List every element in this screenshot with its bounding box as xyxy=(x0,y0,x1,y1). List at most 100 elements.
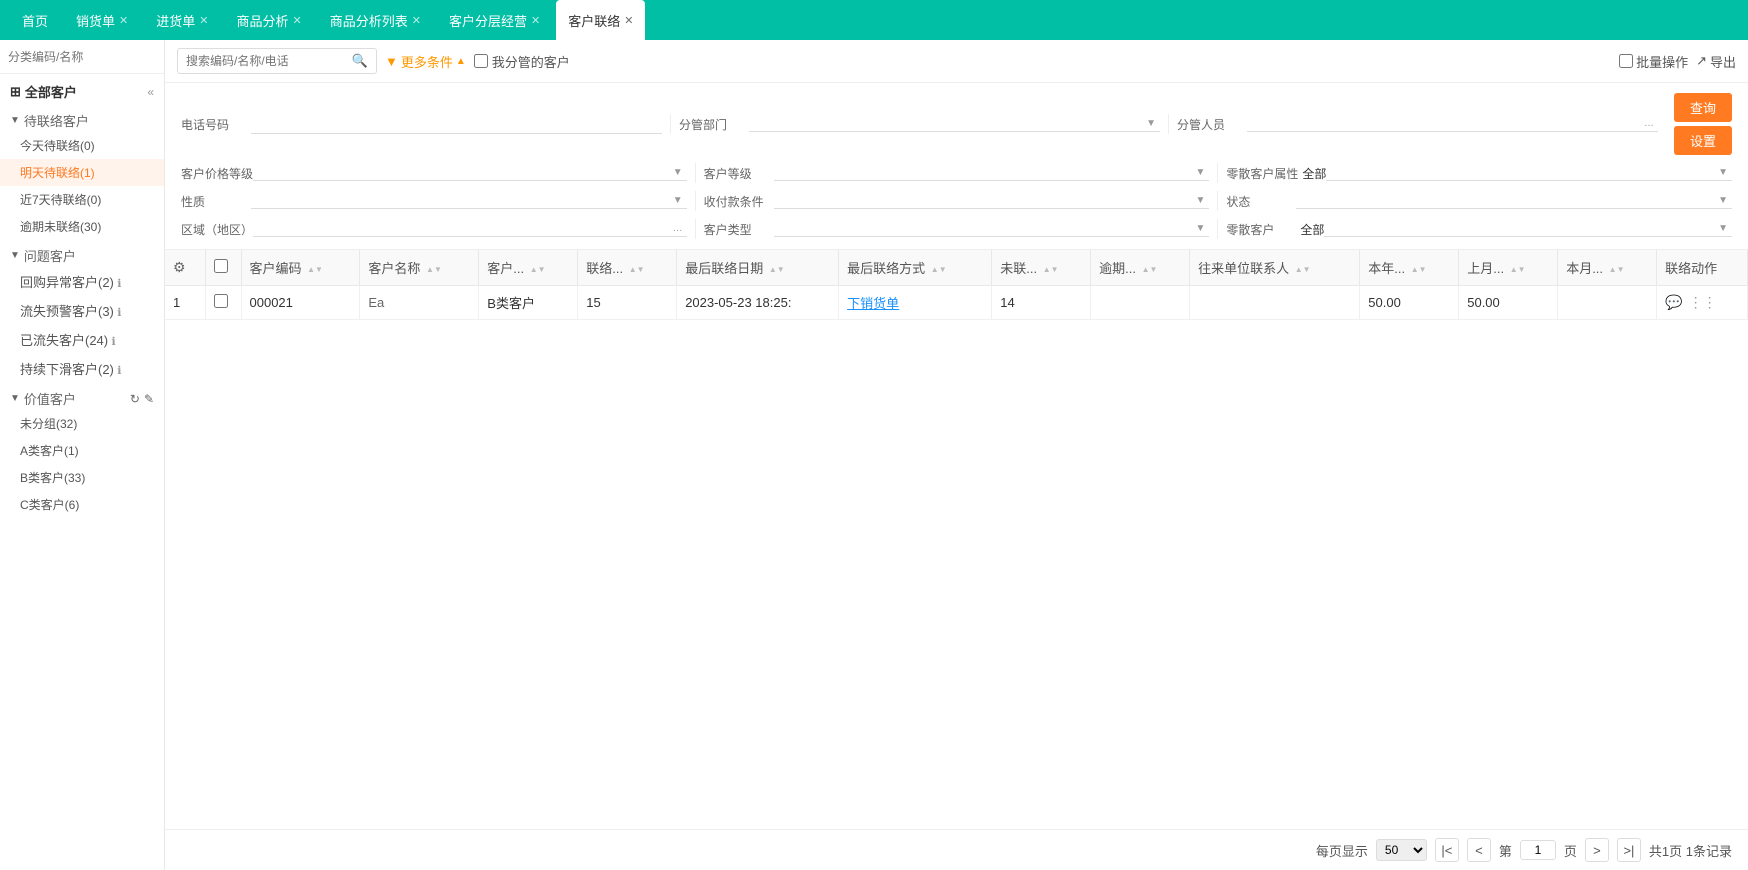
toolbar-search-input[interactable] xyxy=(186,54,348,68)
sort-last-date[interactable]: ▲▼ xyxy=(769,265,785,274)
col-this-year: 本年... ▲▼ xyxy=(1360,250,1459,286)
collapse-btn[interactable]: « xyxy=(147,85,154,99)
sidebar-item-ungroup[interactable]: 未分组(32) xyxy=(0,410,164,437)
sidebar-item-abnormal[interactable]: 回购异常客户(2) ℹ xyxy=(0,267,164,296)
sort-uncontacted[interactable]: ▲▼ xyxy=(1043,265,1059,274)
filter-phone: 电话号码 xyxy=(181,115,662,134)
nav-close-purchase[interactable]: ✕ xyxy=(199,14,208,27)
sort-name[interactable]: ▲▼ xyxy=(426,265,442,274)
filter-btn[interactable]: ▼ 更多条件 ▲ xyxy=(385,52,466,71)
sidebar-item-7days-contact[interactable]: 近7天待联络(0) xyxy=(0,186,164,213)
arrow-down-icon: ▼ xyxy=(10,115,20,126)
batch-op-checkbox[interactable] xyxy=(1619,54,1633,68)
row-type: B类客户 xyxy=(479,286,578,320)
filter-retail-customer-select[interactable]: ▼ xyxy=(1324,221,1732,237)
sidebar-item-b-class[interactable]: B类客户(33) xyxy=(0,464,164,491)
col-contact-count: 联络... ▲▼ xyxy=(578,250,677,286)
my-customer-checkbox-label[interactable]: 我分管的客户 xyxy=(474,52,570,71)
nav-customer-tier[interactable]: 客户分层经营 ✕ xyxy=(437,0,552,40)
nav-close-sales[interactable]: ✕ xyxy=(119,14,128,27)
filter-customer-level-select[interactable]: ▼ xyxy=(774,165,1210,181)
query-btn[interactable]: 查询 xyxy=(1674,93,1732,122)
page-input[interactable] xyxy=(1520,840,1556,860)
filter-price-level-select[interactable]: ▼ xyxy=(253,165,687,181)
nav-customer-contact[interactable]: 客户联络 ✕ xyxy=(556,0,645,40)
sort-type[interactable]: ▲▼ xyxy=(530,265,546,274)
sort-last-month[interactable]: ▲▼ xyxy=(1510,265,1526,274)
row-checkbox[interactable] xyxy=(214,294,228,308)
all-customers-header[interactable]: ⊞ 全部客户 « xyxy=(0,74,164,105)
sidebar-search-input[interactable] xyxy=(8,50,163,64)
toolbar-right: 批量操作 ↗ 导出 xyxy=(1619,52,1736,71)
edit-icon[interactable]: ✎ xyxy=(144,392,154,406)
nav-close-customer-contact[interactable]: ✕ xyxy=(624,14,633,27)
more-action-icon[interactable]: ⋮⋮ xyxy=(1689,294,1717,311)
my-customer-checkbox[interactable] xyxy=(474,54,488,68)
settings-col-icon[interactable]: ⚙ xyxy=(173,259,186,275)
contact-method-link[interactable]: 下销货单 xyxy=(847,296,899,311)
sidebar-item-today-contact[interactable]: 今天待联络(0) xyxy=(0,132,164,159)
filter-gender-label: 性质 xyxy=(181,193,251,210)
nav-close-product-analysis[interactable]: ✕ xyxy=(293,14,302,27)
last-page-btn[interactable]: >| xyxy=(1617,838,1641,862)
export-btn[interactable]: ↗ 导出 xyxy=(1696,52,1736,71)
settings-btn[interactable]: 设置 xyxy=(1674,126,1732,155)
refresh-icon[interactable]: ↻ xyxy=(130,392,140,406)
filter-manager-select[interactable]: … xyxy=(1247,116,1658,132)
nav-product-analysis-list[interactable]: 商品分析列表 ✕ xyxy=(318,0,433,40)
sort-unit-contact[interactable]: ▲▼ xyxy=(1295,265,1311,274)
filter-dept-select[interactable]: ▼ xyxy=(749,116,1160,132)
sidebar-item-c-class[interactable]: C类客户(6) xyxy=(0,491,164,518)
filter-payment: 收付款条件 ▼ xyxy=(704,193,1210,210)
nav-close-customer-tier[interactable]: ✕ xyxy=(531,14,540,27)
sort-code[interactable]: ▲▼ xyxy=(307,265,323,274)
row-index: 1 xyxy=(165,286,205,320)
filter-gender-select[interactable]: ▼ xyxy=(251,193,687,209)
row-overdue xyxy=(1091,286,1190,320)
area-arrow: … xyxy=(673,223,683,234)
filter-retail-attr: 零散客户属性 全部 ▼ xyxy=(1226,165,1732,182)
status-arrow: ▼ xyxy=(1718,195,1728,206)
problem-group-label: ▼ 问题客户 xyxy=(0,240,164,267)
per-page-select[interactable]: 50 100 200 xyxy=(1376,839,1427,861)
sort-overdue[interactable]: ▲▼ xyxy=(1142,265,1158,274)
nav-purchase[interactable]: 进货单 ✕ xyxy=(144,0,220,40)
row-this-month xyxy=(1558,286,1657,320)
sidebar-item-overdue-contact[interactable]: 逾期未联络(30) xyxy=(0,213,164,240)
sort-this-year[interactable]: ▲▼ xyxy=(1411,265,1427,274)
filter-actions: 查询 设置 xyxy=(1674,93,1732,155)
toolbar-search-icon[interactable]: 🔍 xyxy=(352,53,368,69)
col-type: 客户... ▲▼ xyxy=(479,250,578,286)
prev-page-btn[interactable]: < xyxy=(1467,838,1491,862)
sort-contact-count[interactable]: ▲▼ xyxy=(629,265,645,274)
filter-row-1: 电话号码 分管部门 ▼ 分管人员 … xyxy=(181,93,1732,155)
sort-last-method[interactable]: ▲▼ xyxy=(931,265,947,274)
sidebar-item-lost-warning[interactable]: 流失预警客户(3) ℹ xyxy=(0,296,164,325)
filter-retail-attr-select[interactable]: ▼ xyxy=(1326,165,1732,181)
nav-sales[interactable]: 销货单 ✕ xyxy=(64,0,140,40)
filter-customer-type-select[interactable]: ▼ xyxy=(774,221,1210,237)
nav-close-product-analysis-list[interactable]: ✕ xyxy=(412,14,421,27)
contact-action-icon[interactable]: 💬 xyxy=(1665,294,1682,311)
nav-home[interactable]: 首页 xyxy=(10,0,60,40)
filter-phone-input[interactable] xyxy=(251,115,662,134)
retail-attr-arrow: ▼ xyxy=(1718,167,1728,178)
nav-product-analysis[interactable]: 商品分析 ✕ xyxy=(224,0,313,40)
filter-area: 区域（地区） … xyxy=(181,221,687,238)
filter-payment-select[interactable]: ▼ xyxy=(774,193,1210,209)
sidebar-item-a-class[interactable]: A类客户(1) xyxy=(0,437,164,464)
filter-payment-label: 收付款条件 xyxy=(704,193,774,210)
filter-manager: 分管人员 … xyxy=(1177,116,1658,133)
sidebar-item-lost[interactable]: 已流失客户(24) ℹ xyxy=(0,325,164,354)
first-page-btn[interactable]: |< xyxy=(1435,838,1459,862)
filter-area-select[interactable]: … xyxy=(253,221,687,237)
batch-op-btn[interactable]: 批量操作 xyxy=(1619,52,1688,71)
select-all-checkbox[interactable] xyxy=(214,259,228,273)
sort-this-month[interactable]: ▲▼ xyxy=(1609,265,1625,274)
filter-row-4: 区域（地区） … 客户类型 ▼ 零散客户 全 xyxy=(181,219,1732,239)
next-page-btn[interactable]: > xyxy=(1585,838,1609,862)
pagination: 每页显示 50 100 200 |< < 第 页 > >| 共1页 1条记录 xyxy=(165,829,1748,870)
sidebar-item-declining[interactable]: 持续下滑客户(2) ℹ xyxy=(0,354,164,383)
filter-status-select[interactable]: ▼ xyxy=(1296,193,1732,209)
sidebar-item-tomorrow-contact[interactable]: 明天待联络(1) xyxy=(0,159,164,186)
